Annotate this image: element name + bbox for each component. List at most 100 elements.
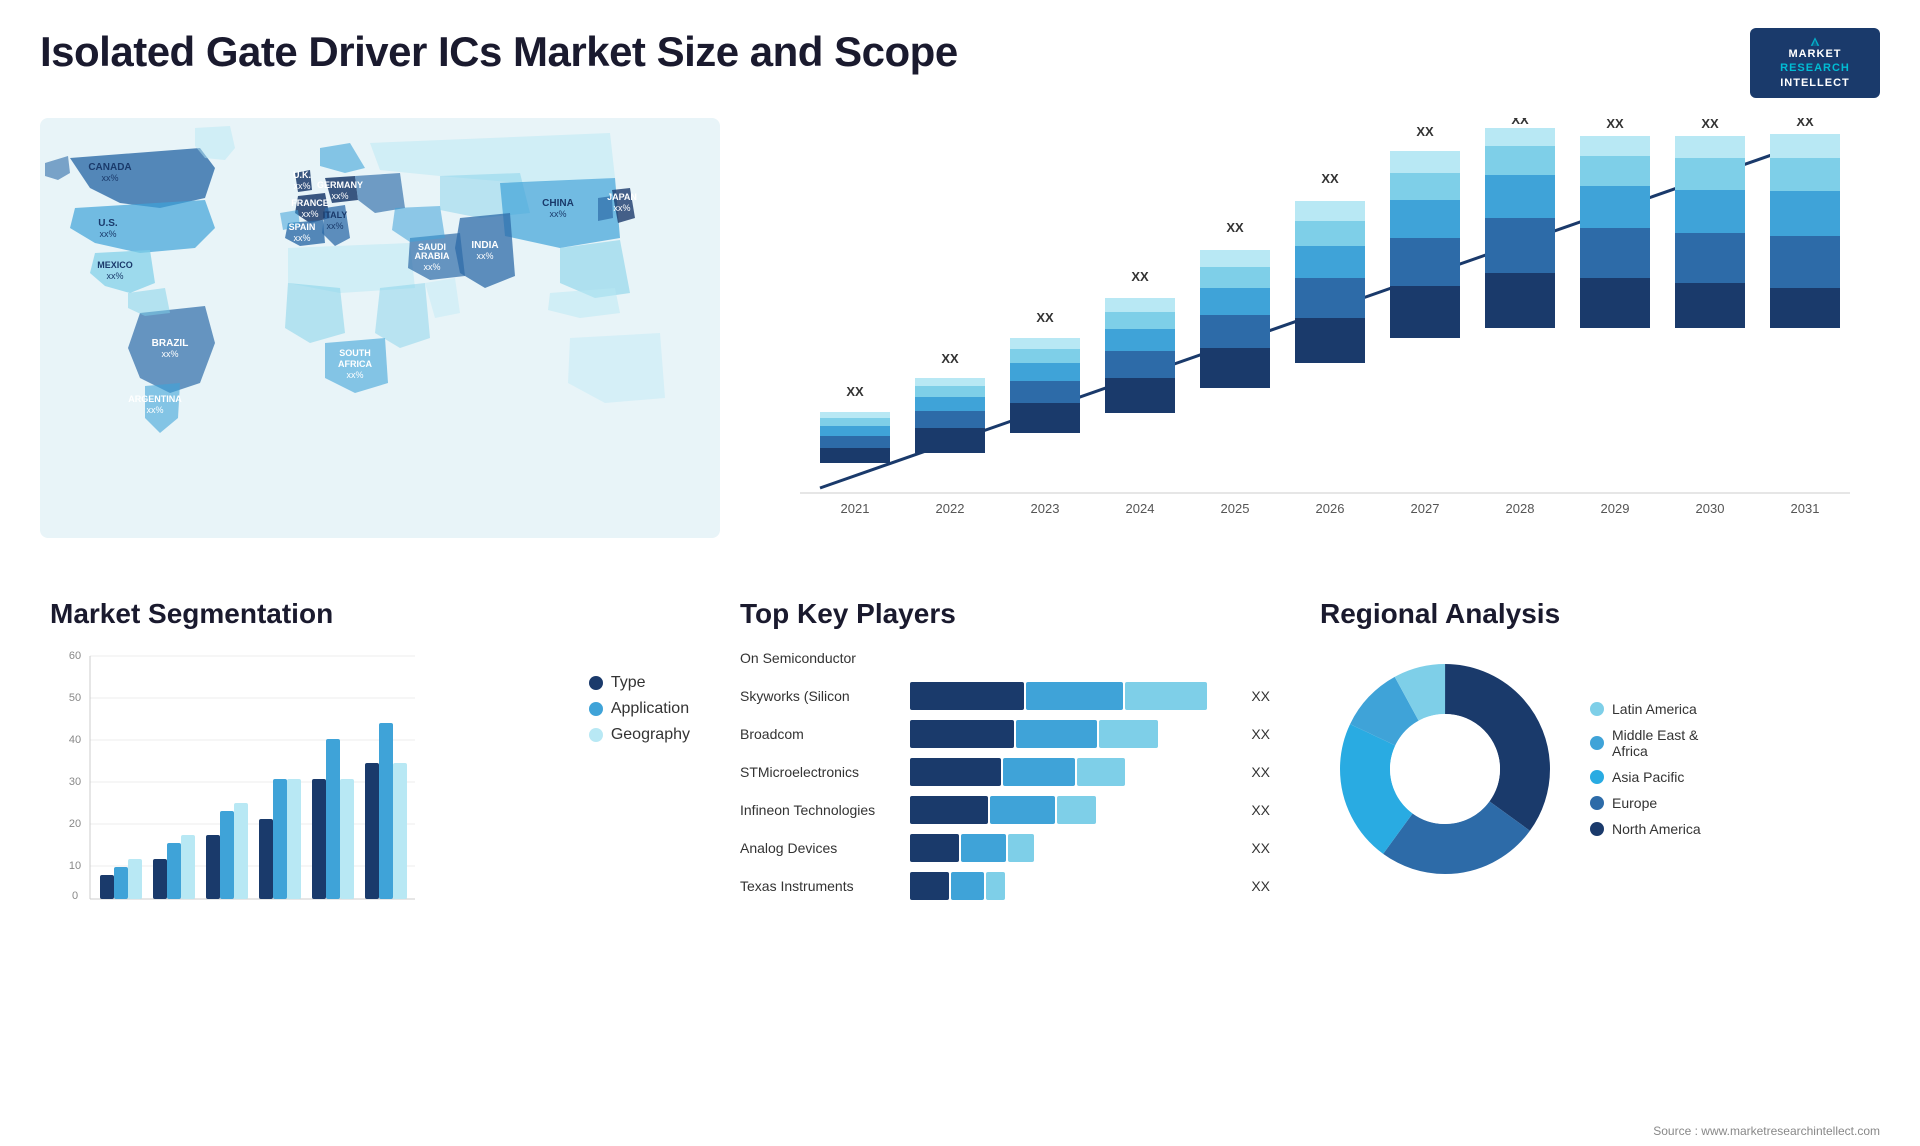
- regional-legend-mea: Middle East &Africa: [1590, 727, 1701, 759]
- main-grid: CANADA xx% U.S. xx% MEXICO xx% BRAZIL xx…: [0, 108, 1920, 1144]
- legend-item-geography: Geography: [589, 726, 690, 744]
- player-name-6: Texas Instruments: [740, 878, 900, 894]
- dot-apac: [1590, 770, 1604, 784]
- svg-text:SOUTH: SOUTH: [339, 348, 371, 358]
- svg-text:XX: XX: [846, 384, 864, 399]
- player-name-1: Skyworks (Silicon: [740, 688, 900, 704]
- player-xx-5: XX: [1251, 840, 1270, 856]
- label-mea: Middle East &Africa: [1612, 727, 1698, 759]
- svg-text:ARGENTINA: ARGENTINA: [128, 394, 182, 404]
- bar-seg-6c: [986, 872, 1006, 900]
- logo-text-line1: MARKET: [1780, 47, 1850, 61]
- svg-text:XX: XX: [1606, 118, 1624, 131]
- page-title: Isolated Gate Driver ICs Market Size and…: [40, 28, 958, 76]
- legend-dot-application: [589, 702, 603, 716]
- bottom-left: Market Segmentation 60 50 40 30 20 10 0: [30, 588, 710, 1144]
- player-bars-5: [910, 834, 1235, 862]
- bar-seg-5c: [1008, 834, 1034, 862]
- growth-chart-section: XX 2021 XX 2022 XX 2023: [710, 108, 1890, 588]
- svg-text:JAPAN: JAPAN: [607, 192, 637, 202]
- svg-text:XX: XX: [1416, 124, 1434, 139]
- seg-chart-svg: 60 50 40 30 20 10 0: [50, 644, 430, 904]
- svg-text:FRANCE: FRANCE: [291, 198, 329, 208]
- logo-text-line3: INTELLECT: [1780, 76, 1850, 90]
- svg-text:30: 30: [69, 776, 81, 788]
- regional-legend-na: North America: [1590, 821, 1701, 837]
- bar-seg-1a: [910, 682, 1024, 710]
- bar-seg-3c: [1077, 758, 1126, 786]
- key-players-title: Top Key Players: [740, 598, 1270, 630]
- svg-text:xx%: xx%: [346, 370, 363, 380]
- bar-seg-6a: [910, 872, 949, 900]
- bar-seg-2b: [1016, 720, 1097, 748]
- player-xx-4: XX: [1251, 802, 1270, 818]
- key-players-section: Top Key Players On Semiconductor Skywork…: [710, 588, 1300, 1144]
- svg-text:2023: 2023: [1031, 501, 1060, 516]
- svg-text:50: 50: [69, 692, 81, 704]
- bar-seg-2a: [910, 720, 1014, 748]
- bar-seg-2c: [1099, 720, 1158, 748]
- dot-mea: [1590, 736, 1604, 750]
- legend-label-type: Type: [611, 674, 646, 692]
- svg-text:2021: 2021: [841, 501, 870, 516]
- regional-legend-apac: Asia Pacific: [1590, 769, 1701, 785]
- bar-seg-4c: [1057, 796, 1096, 824]
- player-name-2: Broadcom: [740, 726, 900, 742]
- svg-text:2031: 2031: [1791, 501, 1820, 516]
- logo-icon: [1797, 36, 1833, 47]
- bar-seg-3b: [1003, 758, 1075, 786]
- label-europe: Europe: [1612, 795, 1657, 811]
- svg-text:xx%: xx%: [326, 221, 343, 231]
- svg-text:MEXICO: MEXICO: [97, 260, 133, 270]
- seg-legend: Type Application Geography: [589, 674, 690, 744]
- svg-text:xx%: xx%: [101, 173, 118, 183]
- svg-text:20: 20: [69, 818, 81, 830]
- map-section: CANADA xx% U.S. xx% MEXICO xx% BRAZIL xx…: [30, 108, 710, 588]
- svg-text:xx%: xx%: [161, 349, 178, 359]
- player-bars-4: [910, 796, 1235, 824]
- svg-text:xx%: xx%: [549, 209, 566, 219]
- dot-europe: [1590, 796, 1604, 810]
- player-bars-1: [910, 682, 1235, 710]
- bar-seg-1c: [1125, 682, 1206, 710]
- legend-item-application: Application: [589, 700, 690, 718]
- bar-seg-4a: [910, 796, 988, 824]
- player-row-0: On Semiconductor: [740, 644, 1270, 672]
- svg-text:xx%: xx%: [99, 229, 116, 239]
- logo-container: MARKET RESEARCH INTELLECT: [1750, 28, 1880, 98]
- player-bars-0: [910, 644, 1254, 672]
- bar-chart-wrapper: XX 2021 XX 2022 XX 2023: [730, 118, 1870, 538]
- player-row-4: Infineon Technologies XX: [740, 796, 1270, 824]
- svg-text:2027: 2027: [1411, 501, 1440, 516]
- label-apac: Asia Pacific: [1612, 769, 1684, 785]
- bar-seg-5b: [961, 834, 1007, 862]
- svg-text:CANADA: CANADA: [88, 162, 131, 173]
- svg-text:xx%: xx%: [423, 262, 440, 272]
- regional-legend: Latin America Middle East &Africa Asia P…: [1590, 701, 1701, 837]
- growth-chart-svg: XX 2021 XX 2022 XX 2023: [750, 118, 1870, 538]
- svg-text:XX: XX: [1131, 269, 1149, 284]
- player-name-4: Infineon Technologies: [740, 802, 900, 818]
- dot-na: [1590, 822, 1604, 836]
- svg-text:xx%: xx%: [301, 209, 318, 219]
- svg-text:GERMANY: GERMANY: [317, 180, 363, 190]
- bar-seg-5a: [910, 834, 959, 862]
- player-xx-2: XX: [1251, 726, 1270, 742]
- bar-seg-1b: [1026, 682, 1124, 710]
- svg-text:INDIA: INDIA: [471, 240, 498, 251]
- player-bars-3: [910, 758, 1235, 786]
- segmentation-title: Market Segmentation: [50, 598, 690, 630]
- legend-dot-type: [589, 676, 603, 690]
- player-row-2: Broadcom XX: [740, 720, 1270, 748]
- regional-legend-europe: Europe: [1590, 795, 1701, 811]
- svg-text:xx%: xx%: [613, 203, 630, 213]
- player-row-3: STMicroelectronics XX: [740, 758, 1270, 786]
- player-xx-3: XX: [1251, 764, 1270, 780]
- label-na: North America: [1612, 821, 1701, 837]
- svg-text:2030: 2030: [1696, 501, 1725, 516]
- svg-text:60: 60: [69, 650, 81, 662]
- svg-text:2026: 2026: [1316, 501, 1345, 516]
- svg-text:xx%: xx%: [331, 191, 348, 201]
- svg-text:CHINA: CHINA: [542, 198, 574, 209]
- svg-text:ARABIA: ARABIA: [415, 251, 450, 261]
